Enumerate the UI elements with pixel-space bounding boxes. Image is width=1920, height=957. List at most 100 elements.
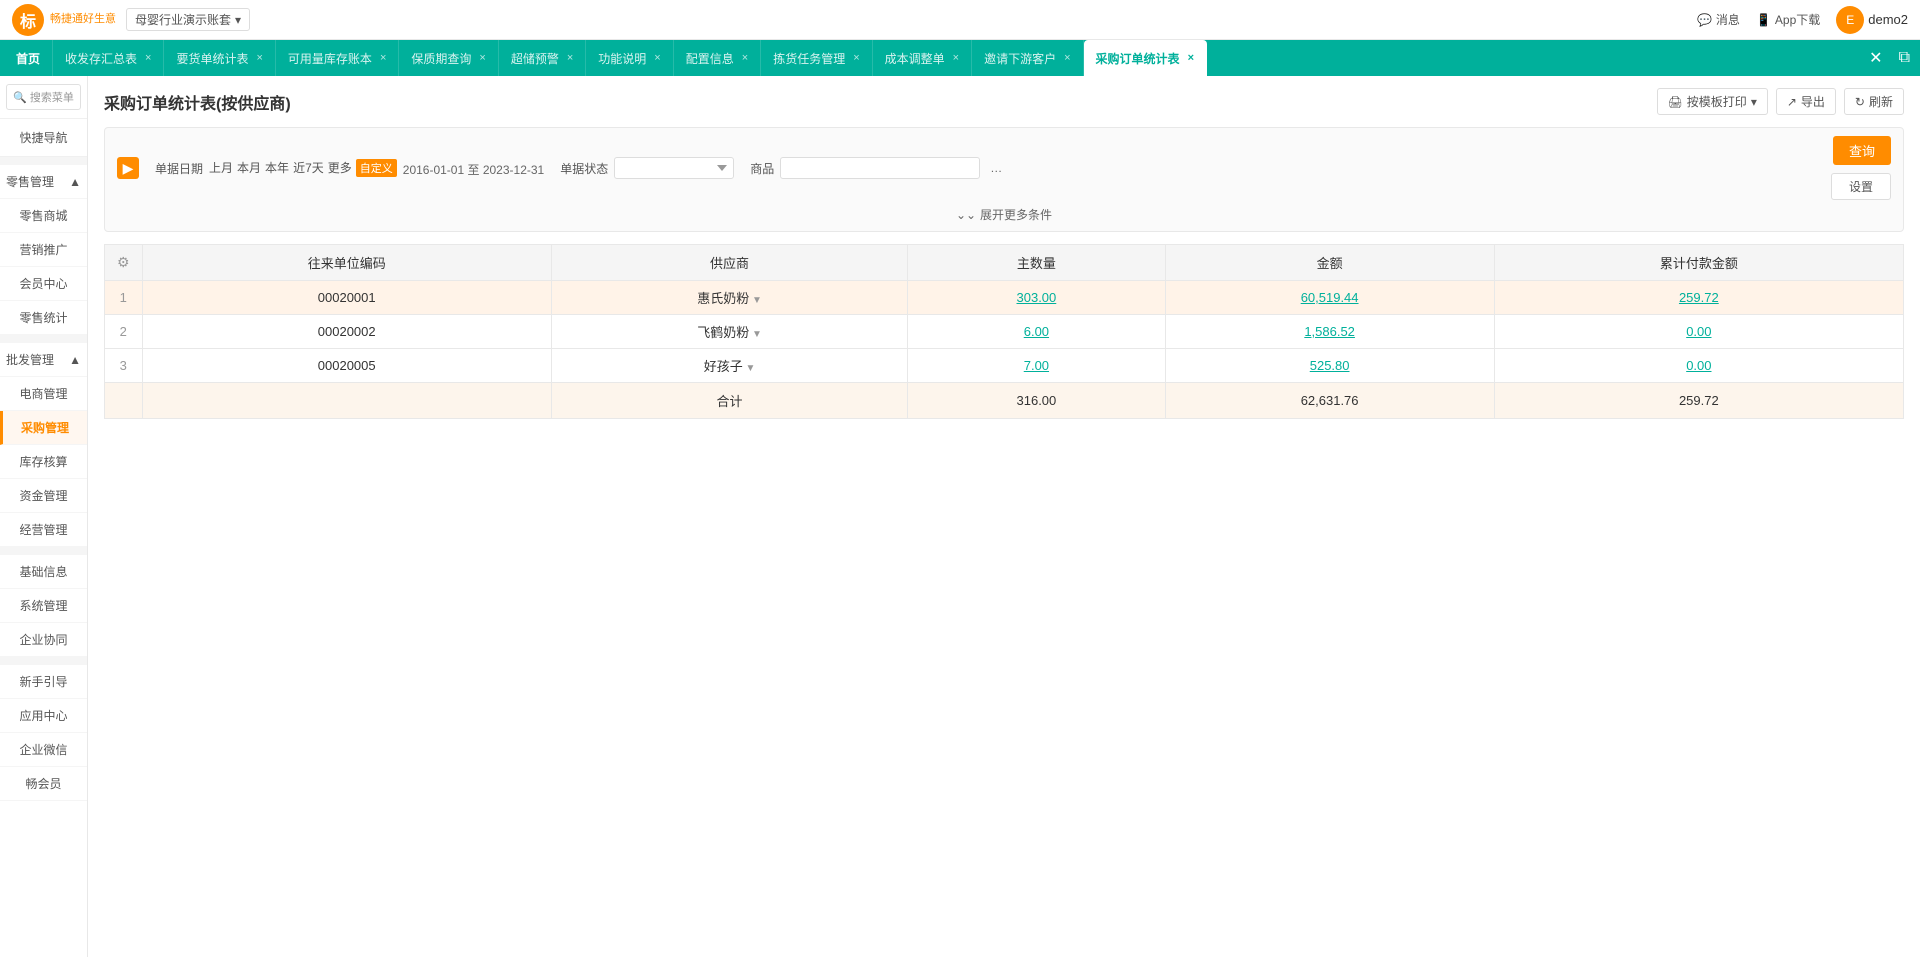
table-body: 1 00020001 惠氏奶粉 ▼ 303.00 60,519.44 259.7…: [105, 281, 1904, 383]
sidebar-item-yingyong[interactable]: 应用中心: [0, 699, 87, 733]
tab-yaohuo-close[interactable]: ×: [256, 52, 262, 64]
shortcut-last-month[interactable]: 上月: [209, 159, 233, 177]
tab-yaoqing-close[interactable]: ×: [1064, 52, 1070, 64]
sidebar-item-xitong-label: 系统管理: [19, 599, 67, 613]
settings-button[interactable]: 设置: [1831, 173, 1891, 200]
sidebar-item-changhui[interactable]: 畅会员: [0, 767, 87, 801]
tab-chengben-close[interactable]: ×: [953, 52, 959, 64]
row-paid[interactable]: 259.72: [1494, 281, 1903, 315]
col-supplier-header: 供应商: [551, 245, 907, 281]
tab-keyongliang-close[interactable]: ×: [380, 52, 386, 64]
shortcut-this-month[interactable]: 本月: [237, 159, 261, 177]
tab-baochan-close[interactable]: ×: [479, 52, 485, 64]
table-footer-row: 合计 316.00 62,631.76 259.72: [105, 383, 1904, 419]
shortcut-more[interactable]: 更多: [328, 159, 352, 177]
sidebar-item-jingying[interactable]: 经营管理: [0, 513, 87, 547]
tab-chaochuyu-close[interactable]: ×: [567, 52, 573, 64]
sidebar-item-caigougl[interactable]: 采购管理: [0, 411, 87, 445]
tab-home[interactable]: 首页: [4, 40, 53, 76]
tab-gongneng[interactable]: 功能说明 ×: [586, 40, 673, 76]
shortcut-7days[interactable]: 近7天: [293, 159, 324, 177]
filter-toggle-button[interactable]: ▶: [117, 157, 139, 179]
refresh-button[interactable]: ↻ 刷新: [1844, 88, 1904, 115]
search-menu-button[interactable]: 🔍 搜索菜单: [6, 84, 81, 110]
row-amount[interactable]: 1,586.52: [1165, 315, 1494, 349]
sidebar-item-lingshougc[interactable]: 零售商城: [0, 199, 87, 233]
row-quantity[interactable]: 303.00: [908, 281, 1165, 315]
sidebar-item-huiyuan[interactable]: 会员中心: [0, 267, 87, 301]
sidebar-item-yingxiao[interactable]: 营销推广: [0, 233, 87, 267]
sidebar-item-jichu[interactable]: 基础信息: [0, 555, 87, 589]
sidebar-item-pifagl[interactable]: 批发管理 ▲: [0, 343, 87, 377]
footer-amount: 62,631.76: [1165, 383, 1494, 419]
tab-yaohuo[interactable]: 要货单统计表 ×: [164, 40, 275, 76]
app-download-action[interactable]: 📱 App下载: [1756, 11, 1820, 28]
goods-more-icon[interactable]: …: [990, 161, 1002, 175]
goods-input[interactable]: [780, 157, 980, 179]
tab-caigou[interactable]: 采购订单统计表 ×: [1084, 40, 1207, 76]
sidebar-item-zijingl[interactable]: 资金管理: [0, 479, 87, 513]
footer-empty-1: [105, 383, 143, 419]
tab-chaochuyu[interactable]: 超储预警 ×: [499, 40, 586, 76]
row-quantity[interactable]: 7.00: [908, 349, 1165, 383]
sidebar-item-qiye[interactable]: 企业协同: [0, 623, 87, 657]
tab-caigou-close[interactable]: ×: [1188, 52, 1194, 64]
tab-peizhi-close[interactable]: ×: [742, 52, 748, 64]
quick-nav-button[interactable]: 快捷导航: [4, 125, 83, 150]
shortcut-this-year[interactable]: 本年: [265, 159, 289, 177]
tab-shoufahui[interactable]: 收发存汇总表 ×: [53, 40, 164, 76]
sidebar-item-dianshang-label: 电商管理: [19, 387, 67, 401]
row-amount[interactable]: 525.80: [1165, 349, 1494, 383]
status-select[interactable]: [614, 157, 734, 179]
tab-keyongliang[interactable]: 可用量库存账本 ×: [276, 40, 399, 76]
status-filter-group: 单据状态: [560, 157, 734, 179]
table-row: 2 00020002 飞鹤奶粉 ▼ 6.00 1,586.52 0.00: [105, 315, 1904, 349]
sidebar-item-lingshoutj[interactable]: 零售统计: [0, 301, 87, 335]
page-title-bar: 采购订单统计表(按供应商) 🖨 按模板打印 ▾ ↗ 导出 ↻ 刷新: [104, 88, 1904, 115]
tab-chaochuyu-label: 超储预警: [511, 50, 559, 67]
col-quantity-header: 主数量: [908, 245, 1165, 281]
sidebar-divider-3: [0, 547, 87, 555]
sidebar-item-lingshouguan[interactable]: 零售管理 ▲: [0, 165, 87, 199]
tab-baochan[interactable]: 保质期查询 ×: [399, 40, 498, 76]
sidebar-item-lingshougc-label: 零售商城: [19, 209, 67, 223]
refresh-label: 刷新: [1869, 93, 1893, 110]
sidebar-pifa-arrow-icon: ▲: [69, 353, 81, 367]
row-paid[interactable]: 0.00: [1494, 315, 1903, 349]
tab-tuohuo-close[interactable]: ×: [853, 52, 859, 64]
app-download-label: App下载: [1775, 11, 1820, 28]
date-range-display: 2016-01-01 至 2023-12-31: [403, 161, 544, 178]
row-amount[interactable]: 60,519.44: [1165, 281, 1494, 315]
footer-quantity: 316.00: [908, 383, 1165, 419]
row-paid[interactable]: 0.00: [1494, 349, 1903, 383]
tab-tuohuo[interactable]: 拣货任务管理 ×: [761, 40, 872, 76]
gear-icon[interactable]: ⚙: [117, 254, 130, 270]
nav-expand-btn[interactable]: ⧉: [1893, 49, 1916, 67]
export-icon: ↗: [1787, 95, 1797, 109]
tab-shoufahui-close[interactable]: ×: [145, 52, 151, 64]
workspace-selector[interactable]: 母婴行业演示账套 ▾: [126, 8, 250, 31]
sidebar-item-xinshou[interactable]: 新手引导: [0, 665, 87, 699]
sidebar-item-qiyewx[interactable]: 企业微信: [0, 733, 87, 767]
message-action[interactable]: 💬 消息: [1697, 11, 1740, 28]
sidebar-item-xitong[interactable]: 系统管理: [0, 589, 87, 623]
sidebar-item-lingshoutj-label: 零售统计: [19, 311, 67, 325]
sidebar-item-dianshang[interactable]: 电商管理: [0, 377, 87, 411]
nav-close-btn[interactable]: ✕: [1863, 48, 1888, 68]
query-button[interactable]: 查询: [1833, 136, 1891, 165]
logo-char: 标: [20, 8, 36, 32]
status-filter-label: 单据状态: [560, 160, 608, 177]
tab-chengben[interactable]: 成本调整单 ×: [873, 40, 972, 76]
expand-conditions-button[interactable]: ⌄⌄ 展开更多条件: [117, 206, 1891, 223]
sidebar-item-kucunhj-label: 库存核算: [19, 455, 67, 469]
sidebar-item-kucunhj[interactable]: 库存核算: [0, 445, 87, 479]
user-area[interactable]: E demo2: [1836, 6, 1908, 34]
tab-peizhi[interactable]: 配置信息 ×: [674, 40, 761, 76]
tab-gongneng-close[interactable]: ×: [654, 52, 660, 64]
export-button[interactable]: ↗ 导出: [1776, 88, 1836, 115]
tab-yaoqing[interactable]: 邀请下游客户 ×: [972, 40, 1083, 76]
print-button[interactable]: 🖨 按模板打印 ▾: [1657, 88, 1768, 115]
row-quantity[interactable]: 6.00: [908, 315, 1165, 349]
row-supplier: 飞鹤奶粉 ▼: [551, 315, 907, 349]
tab-gongneng-label: 功能说明: [598, 50, 646, 67]
